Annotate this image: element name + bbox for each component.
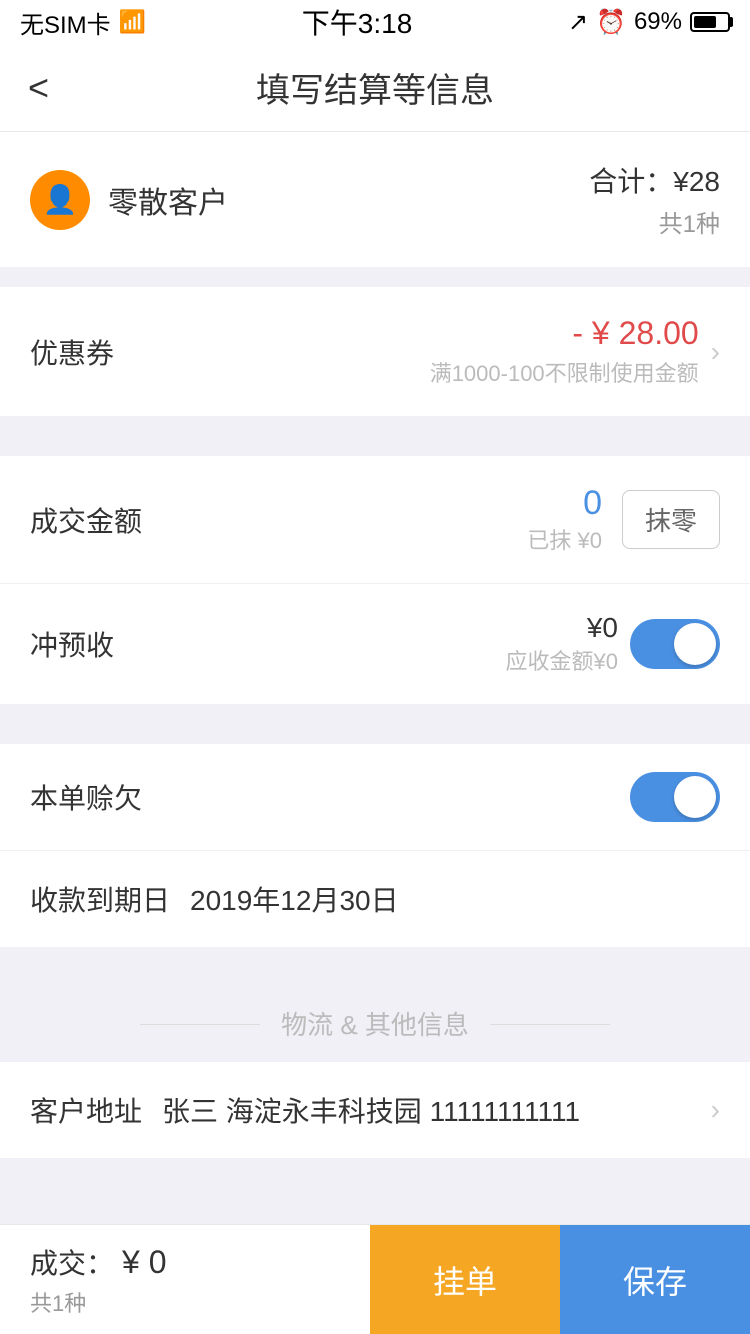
address-value: 张三 海淀永丰科技园 11111111111 bbox=[162, 1090, 711, 1130]
due-date-row: 收款到期日 2019年12月30日 bbox=[0, 850, 750, 947]
address-section: 客户地址 张三 海淀永丰科技园 11111111111 › bbox=[0, 1062, 750, 1158]
logistics-label-row: 物流 & 其他信息 bbox=[0, 987, 750, 1060]
prepayment-row: 冲预收 ¥0 应收金额¥0 bbox=[0, 583, 750, 704]
divider-1 bbox=[0, 436, 750, 456]
customer-name: 零散客户 bbox=[108, 178, 228, 222]
nav-bar: < 填写结算等信息 bbox=[0, 44, 750, 132]
hold-label: 挂单 bbox=[433, 1257, 497, 1303]
alarm-icon: ⏰ bbox=[596, 8, 626, 37]
customer-right: 合计：¥28 共1种 bbox=[589, 160, 720, 239]
coupon-amount: - ¥ 28.00 bbox=[430, 315, 699, 352]
battery-percent: 69% bbox=[634, 8, 682, 36]
due-date-label: 收款到期日 bbox=[30, 879, 170, 919]
deal-amount-value: 0 bbox=[527, 484, 602, 523]
prepayment-label: 冲预收 bbox=[30, 624, 114, 664]
status-right: ↗ ⏰ 69% bbox=[568, 8, 730, 37]
deal-amount-label: 成交金额 bbox=[30, 500, 142, 540]
coupon-info: - ¥ 28.00 满1000-100不限制使用金额 bbox=[430, 315, 699, 388]
debt-section: 本单赊欠 收款到期日 2019年12月30日 bbox=[0, 744, 750, 947]
prepayment-right: ¥0 应收金额¥0 bbox=[506, 612, 720, 676]
coupon-row[interactable]: 优惠券 - ¥ 28.00 满1000-100不限制使用金额 › bbox=[0, 287, 750, 416]
customer-row: 👤 零散客户 合计：¥28 共1种 bbox=[0, 132, 750, 267]
customer-left: 👤 零散客户 bbox=[30, 170, 228, 230]
customer-section: 👤 零散客户 合计：¥28 共1种 bbox=[0, 132, 750, 267]
deal-section: 成交金额 0 已抹 ¥0 抹零 冲预收 ¥0 应收金额¥0 bbox=[0, 456, 750, 704]
round-zero-button[interactable]: 抹零 bbox=[622, 490, 720, 549]
deal-amount-row: 成交金额 0 已抹 ¥0 抹零 bbox=[0, 456, 750, 583]
prepayment-value: ¥0 bbox=[506, 612, 618, 644]
due-date-value: 2019年12月30日 bbox=[190, 879, 399, 919]
deal-amount-right: 0 已抹 ¥0 抹零 bbox=[527, 484, 720, 555]
main-content: 👤 零散客户 合计：¥28 共1种 优惠券 - ¥ 28.00 满1000-10… bbox=[0, 132, 750, 1298]
debt-toggle[interactable] bbox=[630, 772, 720, 822]
wifi-icon: 📶 bbox=[119, 9, 146, 35]
prepayment-sub: 应收金额¥0 bbox=[506, 644, 618, 676]
coupon-desc: 满1000-100不限制使用金额 bbox=[430, 356, 699, 388]
bottom-summary: 成交： ¥ 0 共1种 bbox=[0, 1242, 370, 1318]
debt-label: 本单赊欠 bbox=[30, 777, 142, 817]
prepayment-values: ¥0 应收金额¥0 bbox=[506, 612, 618, 676]
status-bar: 无SIM卡 📶 下午3:18 ↗ ⏰ 69% bbox=[0, 0, 750, 44]
address-chevron-icon: › bbox=[711, 1094, 720, 1126]
page-title: 填写结算等信息 bbox=[256, 63, 494, 112]
divider-2 bbox=[0, 724, 750, 744]
divider-3 bbox=[0, 967, 750, 987]
bottom-bar: 成交： ¥ 0 共1种 挂单 保存 bbox=[0, 1224, 750, 1334]
battery-fill bbox=[694, 16, 716, 28]
bottom-deal-line: 成交： ¥ 0 bbox=[30, 1242, 340, 1282]
save-label: 保存 bbox=[623, 1257, 687, 1303]
address-label: 客户地址 bbox=[30, 1090, 142, 1130]
customer-count: 共1种 bbox=[589, 204, 720, 239]
battery-icon bbox=[690, 12, 730, 32]
hold-button[interactable]: 挂单 bbox=[370, 1225, 560, 1334]
deal-value-col: 0 已抹 ¥0 bbox=[527, 484, 602, 555]
bottom-deal-amount: ¥ 0 bbox=[122, 1244, 166, 1281]
coupon-section: 优惠券 - ¥ 28.00 满1000-100不限制使用金额 › bbox=[0, 287, 750, 416]
deal-amount-sub: 已抹 ¥0 bbox=[527, 523, 602, 555]
chevron-right-icon: › bbox=[711, 336, 720, 368]
back-button[interactable]: < bbox=[28, 67, 49, 109]
coupon-label: 优惠券 bbox=[30, 332, 114, 372]
prepayment-toggle[interactable] bbox=[630, 619, 720, 669]
customer-total: 合计：¥28 bbox=[589, 160, 720, 200]
save-button[interactable]: 保存 bbox=[560, 1225, 750, 1334]
logistics-label: 物流 & 其他信息 bbox=[281, 1010, 469, 1040]
status-time: 下午3:18 bbox=[302, 2, 413, 42]
avatar-icon: 👤 bbox=[43, 183, 78, 216]
carrier-label: 无SIM卡 bbox=[20, 5, 111, 40]
debt-row: 本单赊欠 bbox=[0, 744, 750, 850]
bottom-count: 共1种 bbox=[30, 1286, 340, 1318]
coupon-right: - ¥ 28.00 满1000-100不限制使用金额 › bbox=[430, 315, 720, 388]
status-left: 无SIM卡 📶 bbox=[20, 5, 146, 40]
avatar: 👤 bbox=[30, 170, 90, 230]
bottom-deal-label: 成交： bbox=[30, 1242, 114, 1282]
location-icon: ↗ bbox=[568, 8, 588, 37]
address-row[interactable]: 客户地址 张三 海淀永丰科技园 11111111111 › bbox=[0, 1062, 750, 1158]
